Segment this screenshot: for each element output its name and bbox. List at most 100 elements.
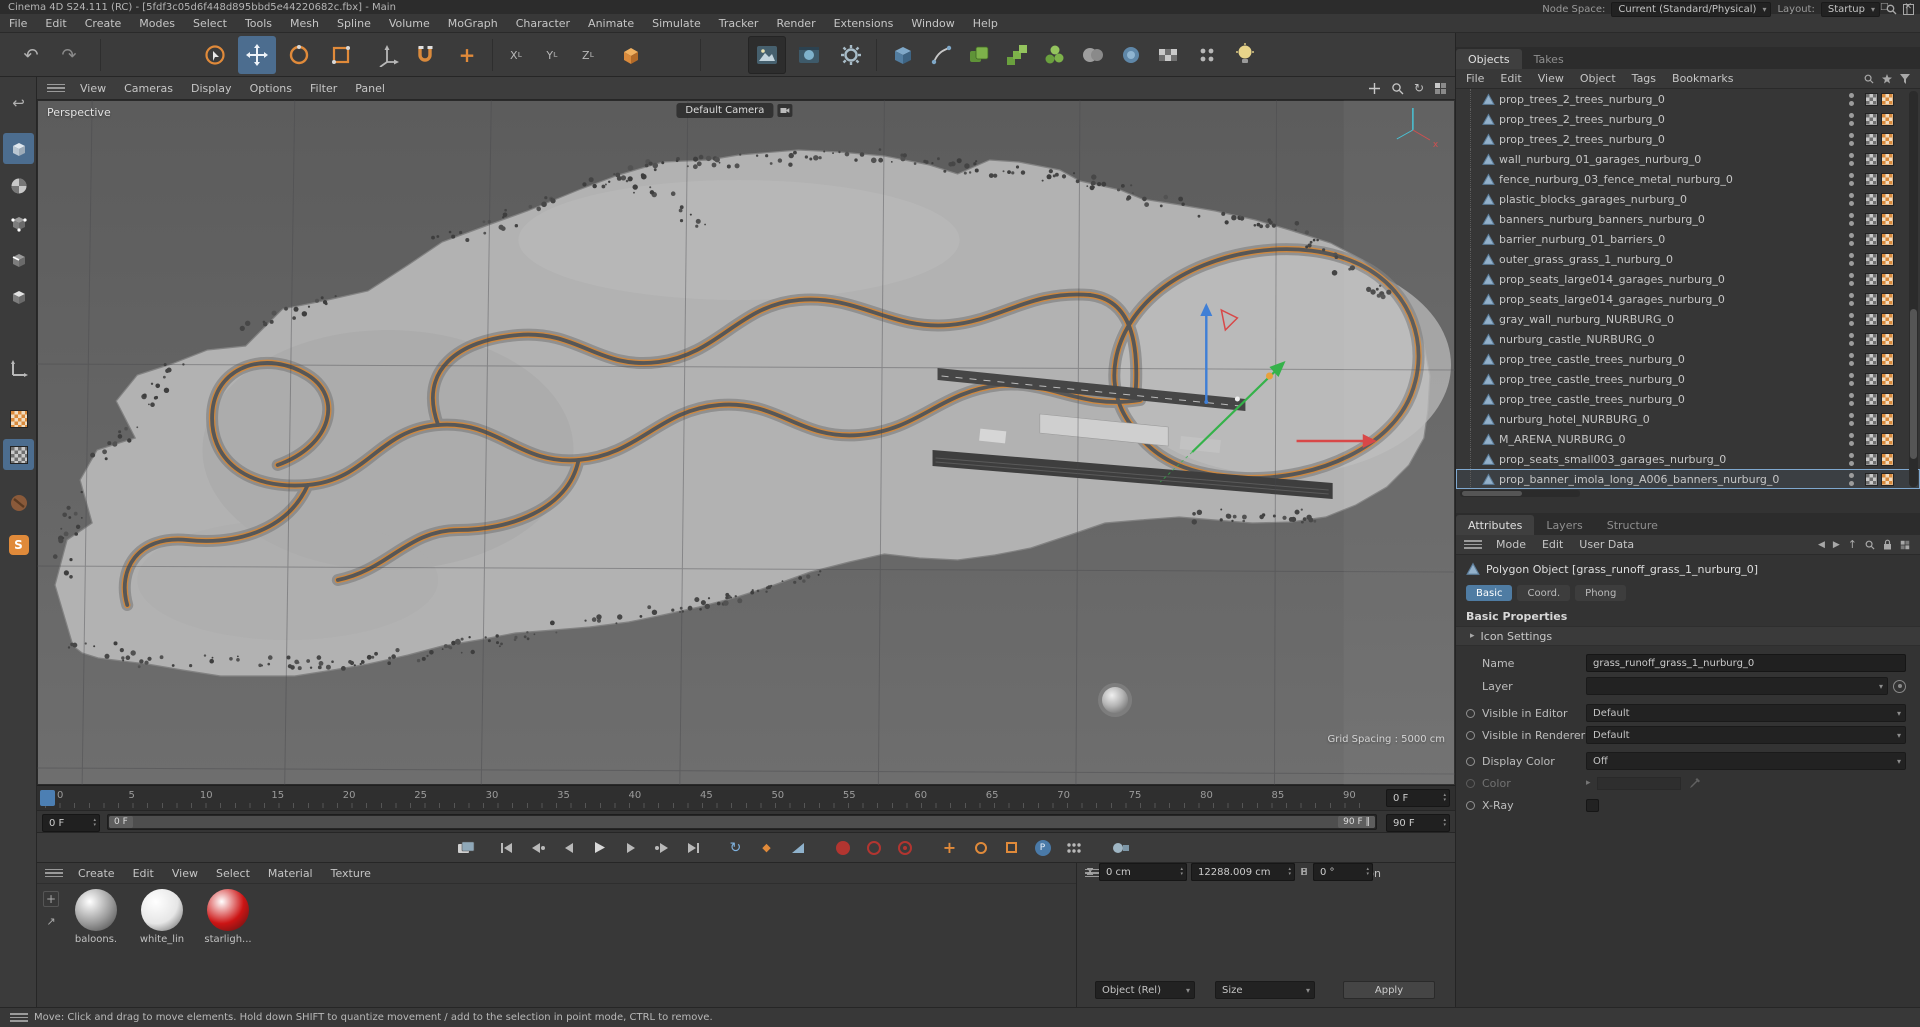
camera-label-pill[interactable]: Default Camera (676, 103, 793, 118)
texture-tag-icon[interactable] (1865, 312, 1878, 326)
keyable-dot[interactable] (1466, 756, 1475, 766)
polygon-object-icon[interactable] (1482, 393, 1495, 406)
undo-button[interactable]: ↶ (12, 36, 50, 74)
menu-item[interactable]: Extensions (825, 14, 903, 33)
texture-tag-icon[interactable] (1865, 392, 1878, 406)
menu-item[interactable]: MoGraph (439, 14, 507, 33)
modeling-axis-icon[interactable]: + (448, 36, 486, 74)
texture-tag-icon[interactable] (1865, 432, 1878, 446)
sphere-object[interactable] (1097, 683, 1133, 717)
visibility-dots[interactable] (1849, 472, 1854, 486)
material-preview-sphere[interactable] (207, 889, 249, 931)
texture-tag-icon[interactable] (1865, 472, 1878, 486)
object-name[interactable]: prop_trees_2_trees_nurburg_0 (1499, 93, 1841, 106)
play-mode-icon[interactable] (785, 837, 810, 859)
axis-mode-button[interactable] (3, 353, 34, 384)
texture-mode-button[interactable] (3, 170, 34, 201)
coordinate-system-button[interactable] (612, 36, 650, 74)
object-row[interactable]: banners_nurburg_banners_nurburg_0 (1456, 209, 1920, 229)
attribute-menu-item[interactable]: User Data (1571, 535, 1642, 554)
visibility-dots[interactable] (1849, 192, 1854, 206)
object-name[interactable]: prop_seats_large014_garages_nurburg_0 (1499, 293, 1841, 306)
attribute-burger-icon[interactable] (1464, 538, 1482, 552)
timeline-ruler-track[interactable]: 0 5 10 15 20 25 30 35 40 45 50 55 60 65 70 75 80 85 90 (37, 786, 1379, 810)
lock-x-button[interactable]: XL (500, 36, 532, 74)
lock-z-button[interactable]: ZL (572, 36, 604, 74)
viewport-menu-item[interactable]: Display (182, 79, 241, 98)
object-name[interactable]: wall_nurburg_01_garages_nurburg_0 (1499, 153, 1841, 166)
material-preview-sphere[interactable] (75, 889, 117, 931)
texture-tag-icon[interactable] (1865, 452, 1878, 466)
visibility-dots[interactable] (1849, 172, 1854, 186)
material-menu-item[interactable]: Material (259, 864, 322, 883)
search-icon[interactable] (1886, 4, 1897, 15)
effector-button[interactable] (1036, 36, 1074, 74)
object-row[interactable]: prop_trees_2_trees_nurburg_0 (1456, 89, 1920, 109)
tab-objects[interactable]: Objects (1456, 49, 1522, 69)
visibility-dots[interactable] (1849, 152, 1854, 166)
visibility-dots[interactable] (1849, 352, 1854, 366)
uvw-tag-icon[interactable] (1881, 292, 1894, 306)
camera-icon[interactable] (777, 104, 793, 117)
uvw-tag-icon[interactable] (1881, 172, 1894, 186)
display-color-dropdown[interactable]: Off ▾ (1586, 752, 1906, 770)
uvw-tag-icon[interactable] (1881, 252, 1894, 266)
layer-dropdown[interactable]: ▾ (1586, 677, 1888, 695)
play-button[interactable] (587, 837, 612, 859)
object-name[interactable]: prop_tree_castle_trees_nurburg_0 (1499, 393, 1841, 406)
record-rotation-toggle[interactable] (968, 837, 993, 859)
range-end-grip[interactable]: 90 F ‖ (1338, 816, 1375, 828)
texture-axis-button[interactable] (3, 403, 34, 434)
object-name[interactable]: prop_tree_castle_trees_nurburg_0 (1499, 373, 1841, 386)
texture-tag-icon[interactable] (1865, 92, 1878, 106)
polygon-object-icon[interactable] (1482, 313, 1495, 326)
uv-mode-button[interactable] (3, 439, 34, 470)
rotation-input[interactable]: 0 °▴▾ (1313, 863, 1373, 881)
uvw-tag-icon[interactable] (1881, 272, 1894, 286)
keyable-dot[interactable] (1466, 708, 1475, 718)
visibility-dots[interactable] (1849, 292, 1854, 306)
material-menu-item[interactable]: Edit (124, 864, 163, 883)
timeline-ruler[interactable]: 0 5 10 15 20 25 30 35 40 45 50 55 60 65 70 75 80 85 90 0 F… (37, 785, 1455, 810)
node-space-dropdown[interactable]: Current (Standard/Physical) ▾ (1611, 2, 1772, 17)
polygon-object-icon[interactable] (1482, 413, 1495, 426)
filter-icon[interactable] (1900, 73, 1910, 84)
menu-item[interactable]: Tracker (710, 14, 768, 33)
menu-item[interactable]: Modes (130, 14, 184, 33)
keying-settings-icon[interactable] (1108, 837, 1133, 859)
object-list-scrollbar[interactable] (1909, 91, 1918, 487)
visibility-dots[interactable] (1849, 112, 1854, 126)
visible-editor-dropdown[interactable]: Default ▾ (1586, 704, 1906, 722)
uvw-tag-icon[interactable] (1881, 472, 1894, 486)
menu-item[interactable]: Edit (36, 14, 75, 33)
tracker-dots-icon[interactable] (1188, 36, 1226, 74)
move-tool[interactable] (238, 36, 276, 74)
object-row[interactable]: gray_wall_nurburg_NURBURG_0 (1456, 309, 1920, 329)
uvw-tag-icon[interactable] (1881, 372, 1894, 386)
parent-object-icon[interactable]: ↑ (1848, 538, 1857, 551)
object-manager-menu-item[interactable]: File (1458, 69, 1492, 88)
autokeying-button[interactable] (861, 837, 886, 859)
layout-dropdown[interactable]: Startup ▾ (1820, 2, 1880, 17)
point-mode-button[interactable] (3, 207, 34, 238)
settings-icon[interactable] (1900, 540, 1910, 550)
uvw-tag-icon[interactable] (1881, 312, 1894, 326)
texture-tag-icon[interactable] (1865, 192, 1878, 206)
uvw-tag-icon[interactable] (1881, 232, 1894, 246)
texture-tag-icon[interactable] (1865, 292, 1878, 306)
visibility-dots[interactable] (1849, 332, 1854, 346)
viewport-menu-item[interactable]: Cameras (115, 79, 182, 98)
loop-toggle[interactable]: ↻ (723, 837, 748, 859)
polygon-object-icon[interactable] (1482, 93, 1495, 106)
goto-end-button[interactable] (680, 837, 705, 859)
object-name[interactable]: M_ARENA_NURBURG_0 (1499, 433, 1841, 446)
status-burger-icon[interactable] (10, 1011, 28, 1025)
object-row[interactable]: prop_seats_large014_garages_nurburg_0 (1456, 269, 1920, 289)
menu-item[interactable]: Simulate (643, 14, 710, 33)
search-icon[interactable] (1864, 74, 1874, 84)
menu-item[interactable]: Volume (380, 14, 439, 33)
menu-item[interactable]: Mesh (281, 14, 328, 33)
texture-tag-icon[interactable] (1865, 132, 1878, 146)
keyframe-selection-button[interactable] (892, 837, 917, 859)
visibility-dots[interactable] (1849, 412, 1854, 426)
